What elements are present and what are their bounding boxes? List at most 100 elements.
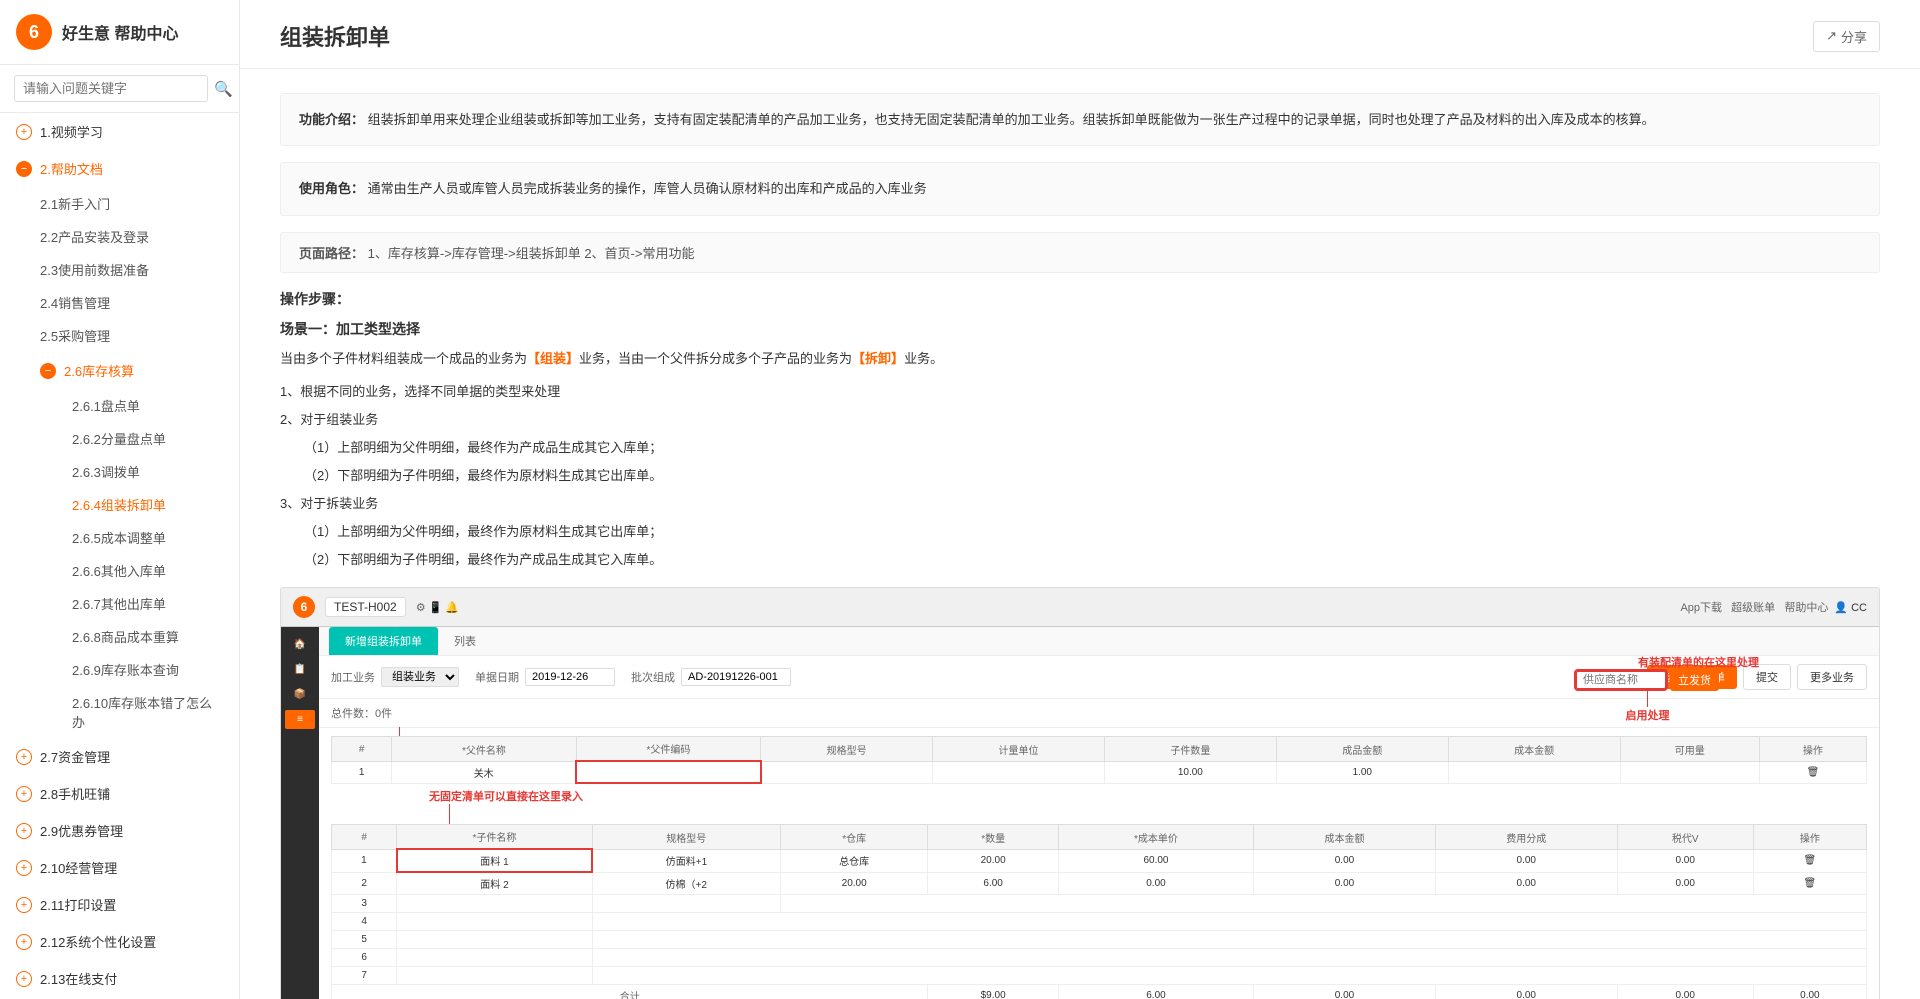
ss-sub-td-qty-2: 6.00 [928,872,1058,895]
ss-tab-list[interactable]: 列表 [442,627,488,655]
ss-nav-inventory[interactable]: 📦 [290,685,310,704]
ss-sub-th-5: *数量 [928,825,1058,850]
ss-type-select[interactable]: 组装业务 拆卸业务 [381,667,459,687]
ss-sub-td-name: 面料 1 [397,849,592,872]
sidebar-item-2-6-4[interactable]: 2.6.4组装拆卸单 [56,488,239,521]
path-label: 页面路径： [299,246,364,261]
expand-icon-2-7: + [16,749,32,765]
ss-confirm-btn[interactable]: 立发货 [1670,669,1719,691]
ss-sub-td-num-2: 2 [332,872,397,895]
ss-nav-home[interactable]: 🏠 [290,635,310,654]
ss-app-links: App下载 超级账单 帮助中心 [1680,599,1828,615]
ss-sub-td-empty-5a [397,931,592,949]
ss-sub-td-empty-3 [780,895,1866,913]
ss-th-10: 操作 [1759,737,1866,762]
ss-sub-td-spec: 仿面料+1 [592,849,780,872]
ss-sub-td-empty-4b [592,913,1866,931]
sidebar-item-2-1[interactable]: 2.1新手入门 [40,187,239,220]
ss-sub-td-empty-6b [592,949,1866,967]
ss-batch-input[interactable] [681,668,791,686]
sidebar-item-2-7[interactable]: + 2.7资金管理 [0,738,239,775]
share-label: 分享 [1841,27,1867,46]
ss-nav-active[interactable]: ≡ [285,710,315,729]
expand-icon-2-12: + [16,934,32,950]
ss-batch-label: 批次组成 [631,669,675,685]
sidebar-item-2-11[interactable]: + 2.11打印设置 [0,886,239,923]
sidebar-item-2-13[interactable]: + 2.13在线支付 [0,960,239,997]
search-input[interactable] [14,75,208,102]
ss-sub-td-empty-7a [397,967,592,985]
ss-footer-fee: 0.00 [1435,985,1617,999]
sidebar-item-2-6-7[interactable]: 2.6.7其他出库单 [56,587,239,620]
ss-sub-td-fee-2: 0.00 [1435,872,1617,895]
search-bar: 🔍 [0,65,239,113]
sidebar-item-2-12[interactable]: + 2.12系统个性化设置 [0,923,239,960]
ss-sub-td-num-5: 5 [332,931,397,949]
ss-sub-td-num: 1 [332,849,397,872]
sidebar-item-2-11-label: 2.11打印设置 [40,895,116,914]
ss-more-btn[interactable]: 更多业务 [1797,664,1867,690]
collapse-icon-2-6: − [40,363,56,379]
ss-th-2: *父件名称 [392,737,577,762]
ss-field-date: 单据日期 [475,668,615,686]
role-label: 使用角色： [299,181,364,196]
sidebar-item-2-6-5[interactable]: 2.6.5成本调整单 [56,521,239,554]
sidebar-item-2-8[interactable]: + 2.8手机旺铺 [0,775,239,812]
ss-field-batch: 批次组成 [631,668,791,686]
sidebar-item-2-2[interactable]: 2.2产品安装及登录 [40,220,239,253]
step1: 1、根据不同的业务，选择不同单据的类型来处理 [280,379,1880,405]
ss-sub-table-wrapper: # *子件名称 规格型号 *仓库 *数量 *成本单价 成本金额 费用分成 [331,824,1867,999]
sidebar-item-2-6-label: 2.6库存核算 [64,361,134,380]
sidebar-item-2-6[interactable]: − 2.6库存核算 [0,352,239,389]
scene1-title: 场景一：加工类型选择 [280,319,1880,339]
ss-annotation3: 立发货 启用处理 [1576,669,1719,723]
ss-td-num: 1 [332,761,392,783]
sidebar-item-2-6-10[interactable]: 2.6.10库存账本错了怎么办 [56,686,239,738]
sidebar-item-2-4[interactable]: 2.4销售管理 [40,286,239,319]
ss-date-input[interactable] [525,668,615,686]
steps-list: 1、根据不同的业务，选择不同单据的类型来处理 2、对于组装业务 （1）上部明细为… [280,379,1880,573]
sidebar-item-2-6-9[interactable]: 2.6.9库存账本查询 [56,653,239,686]
logo-area: 6 好生意 帮助中心 [0,0,239,65]
expand-icon-2-11: + [16,897,32,913]
sidebar-item-2-5[interactable]: 2.5采购管理 [40,319,239,352]
ss-sub-td-action-2: 🗑 [1753,872,1866,895]
sidebar-item-2-9[interactable]: + 2.9优惠券管理 [0,812,239,849]
func-intro-block: 功能介绍： 组装拆卸单用来处理企业组装或拆卸等加工业务，支持有固定装配清单的产品… [280,93,1880,146]
share-button[interactable]: ↗ 分享 [1813,21,1880,52]
sidebar-item-2-6-8[interactable]: 2.6.8商品成本重算 [56,620,239,653]
sidebar-item-2-13-label: 2.13在线支付 [40,969,117,988]
sidebar-item-2-12-label: 2.12系统个性化设置 [40,932,156,951]
ss-sub-td-num-3: 3 [332,895,397,913]
ss-sub-row-2: 2 面料 2 仿棉（+2 20.00 6.00 0.00 0.00 0.00 [332,872,1867,895]
ss-sub-th-4: *仓库 [780,825,928,850]
ss-sub-td-name-3 [397,895,592,913]
ss-annotation4: 无固定清单可以直接在这里录入 [429,788,583,824]
expand-icon-2-13: + [16,971,32,987]
sidebar-item-2-6-6[interactable]: 2.6.6其他入库单 [56,554,239,587]
table-row-1: 1 关木 10.00 1.00 [332,761,1867,783]
ss-td-qty: 10.00 [1104,761,1276,783]
sidebar-item-2-3[interactable]: 2.3使用前数据准备 [40,253,239,286]
sidebar-item-2[interactable]: − 2.帮助文档 [0,150,239,187]
ss-footer-row: 合计 $9.00 6.00 0.00 0.00 0.00 0.00 [332,985,1867,999]
sidebar-item-2-6-2[interactable]: 2.6.2分量盘点单 [56,422,239,455]
ss-sub-td-empty-5b [592,931,1866,949]
sidebar-item-2-6-3[interactable]: 2.6.3调拨单 [56,455,239,488]
sidebar-item-1[interactable]: + 1.视频学习 [0,113,239,150]
ss-supplier-input[interactable] [1576,671,1666,689]
step3-1: （1）上部明细为父件明细，最终作为原材料生成其它出库单； [280,519,1880,545]
sidebar-item-2-10[interactable]: + 2.10经营管理 [0,849,239,886]
ss-sub-td-amt-2: 0.00 [1254,872,1436,895]
ss-nav-order[interactable]: 📋 [290,660,310,679]
ss-sub-td-amt: 0.00 [1254,849,1436,872]
sidebar-item-2-6-1[interactable]: 2.6.1盘点单 [56,389,239,422]
ss-sub-td-num-7: 7 [332,967,397,985]
expand-icon-1: + [16,124,32,140]
ops-section: 操作步骤： 场景一：加工类型选择 当由多个子件材料组装成一个成品的业务为【组装】… [280,289,1880,999]
ss-tab-active[interactable]: 新增组装拆卸单 [329,627,438,655]
search-button[interactable]: 🔍 [214,80,233,98]
ss-sub-td-spec-3 [592,895,780,913]
func-intro-label: 功能介绍： [299,112,364,127]
ss-sub-td-action: 🗑 [1753,849,1866,872]
